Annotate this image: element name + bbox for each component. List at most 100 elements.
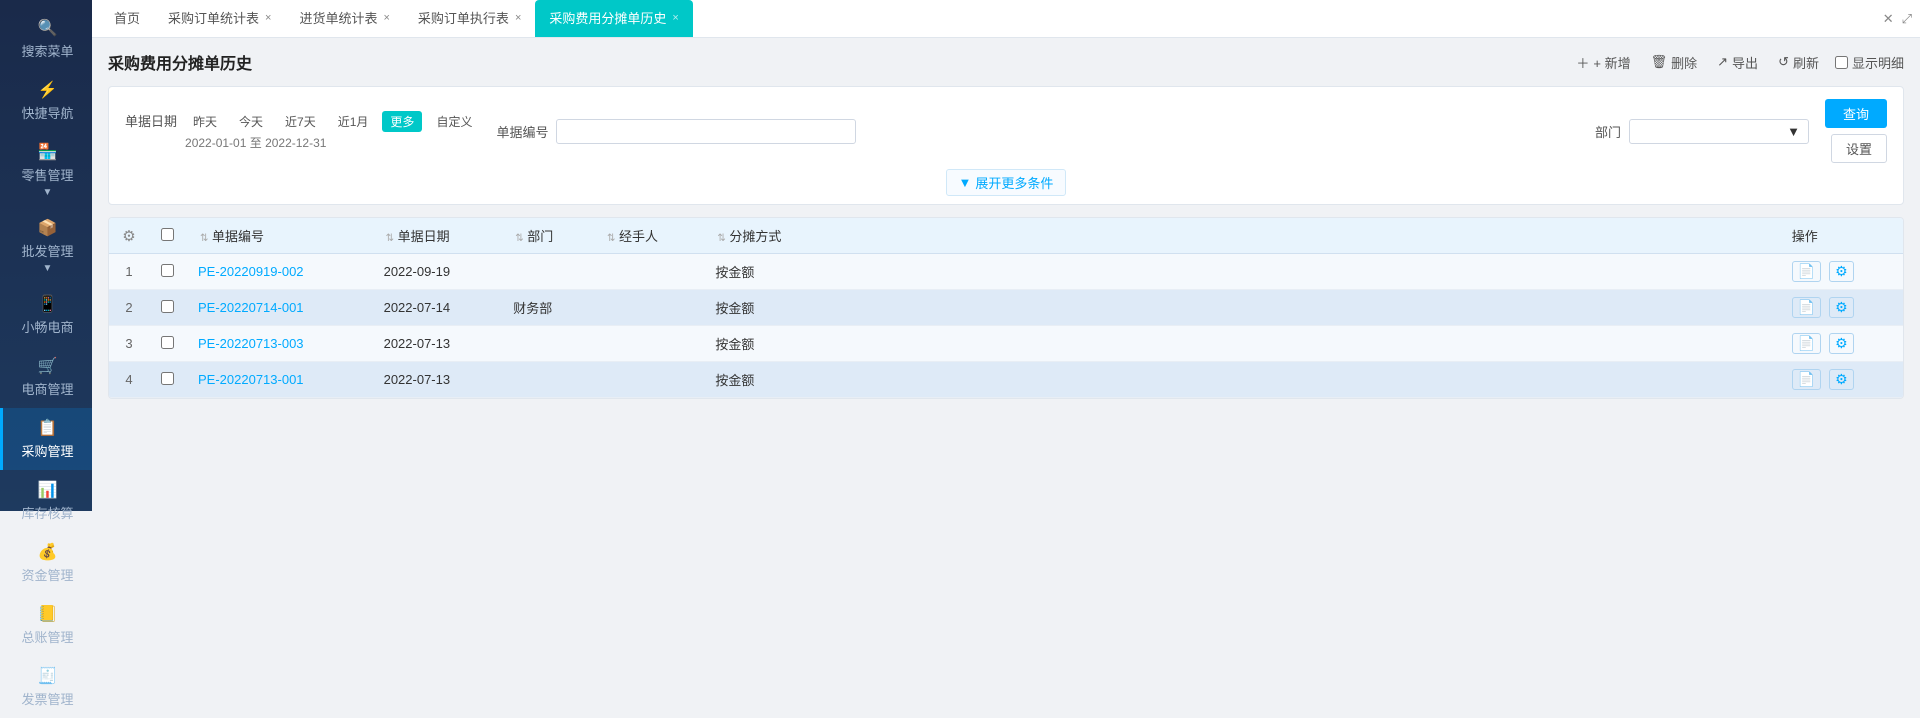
box-icon: 📦	[38, 218, 58, 238]
ledger-icon: 📒	[38, 604, 58, 624]
edit-icon[interactable]: ⚙	[1829, 261, 1854, 282]
sidebar-item-wholesale[interactable]: 📦 批发管理 ▼	[0, 208, 92, 284]
table-body: 1 PE-20220919-002 2022-09-19 按金额 📄 ⚙ 2	[109, 254, 1903, 398]
sidebar-item-label: 零售管理	[21, 165, 73, 184]
sidebar-item-mini[interactable]: 📱 小畅电商	[0, 284, 92, 346]
view-icon[interactable]: 📄	[1792, 369, 1821, 390]
th-doc-num: ⇅ 单据编号	[186, 218, 372, 254]
cell-split-method: 按金额	[703, 254, 1779, 290]
th-gear: ⚙	[109, 218, 149, 254]
phone-icon: 📱	[38, 294, 58, 314]
sidebar-item-ecom[interactable]: 🛒 电商管理	[0, 346, 92, 408]
expand-conditions-button[interactable]: ▼ 展开更多条件	[946, 169, 1067, 196]
column-settings-icon[interactable]: ⚙	[122, 228, 135, 245]
row-checkbox[interactable]	[161, 372, 174, 385]
sidebar-item-label: 发票管理	[21, 689, 73, 708]
delete-label: 删除	[1671, 53, 1697, 72]
th-handler: ⇅ 经手人	[593, 218, 703, 254]
th-action: 操作	[1780, 218, 1903, 254]
date-btn-today[interactable]: 今天	[231, 111, 271, 132]
close-tab-icon[interactable]: ×	[672, 12, 678, 24]
sidebar-item-inventory[interactable]: 📊 库存核算	[0, 470, 92, 532]
sort-icon: ⇅	[607, 233, 615, 244]
date-btn-1month[interactable]: 近1月	[330, 111, 377, 132]
sidebar-item-label: 总账管理	[21, 627, 73, 646]
search-icon: 🔍	[38, 18, 58, 38]
date-range-display: 2022-01-01 至 2022-12-31	[185, 134, 480, 151]
view-icon[interactable]: 📄	[1792, 333, 1821, 354]
cart-icon: 🛒	[38, 356, 58, 376]
date-btn-7days[interactable]: 近7天	[277, 111, 324, 132]
export-label: 导出	[1732, 53, 1758, 72]
edit-icon[interactable]: ⚙	[1829, 333, 1854, 354]
th-label: 单据编号	[212, 229, 264, 244]
date-btn-yesterday[interactable]: 昨天	[185, 111, 225, 132]
data-table-container: ⚙ ⇅ 单据编号 ⇅ 单据日期	[108, 217, 1904, 399]
tab-purchase-cost-split[interactable]: 采购费用分摊单历史 ×	[535, 0, 692, 37]
sidebar-item-label: 批发管理	[21, 241, 73, 260]
lightning-icon: ⚡	[38, 80, 58, 100]
select-all-checkbox[interactable]	[161, 228, 174, 241]
invoice-icon: 🧾	[38, 666, 58, 686]
close-all-tabs-icon[interactable]: ✕	[1883, 11, 1894, 27]
cell-doc-num: PE-20220714-001	[186, 290, 372, 326]
delete-button[interactable]: 🗑 删除	[1647, 51, 1702, 74]
store-icon: 🏪	[38, 142, 58, 162]
cell-action: 📄 ⚙	[1780, 326, 1903, 362]
cell-doc-num: PE-20220713-001	[186, 362, 372, 398]
tab-purchase-order-exec[interactable]: 采购订单执行表 ×	[404, 0, 535, 37]
settings-button[interactable]: 设置	[1831, 134, 1887, 163]
tab-inbound-stat[interactable]: 进货单统计表 ×	[285, 0, 403, 37]
sidebar-item-invoice[interactable]: 🧾 发票管理	[0, 656, 92, 718]
row-checkbox-cell	[149, 326, 186, 362]
doc-num-link[interactable]: PE-20220713-001	[198, 372, 304, 387]
cell-action: 📄 ⚙	[1780, 254, 1903, 290]
refresh-button[interactable]: ↺ 刷新	[1774, 51, 1823, 74]
table-row: 4 PE-20220713-001 2022-07-13 按金额 📄 ⚙	[109, 362, 1903, 398]
view-icon[interactable]: 📄	[1792, 297, 1821, 318]
add-button[interactable]: ＋ + 新增	[1572, 51, 1634, 74]
dept-label: 部门	[1595, 122, 1621, 141]
close-tab-icon[interactable]: ×	[515, 12, 521, 24]
close-tab-icon[interactable]: ×	[265, 12, 271, 24]
show-cols-checkbox[interactable]: 显示明细	[1835, 53, 1904, 72]
doc-num-link[interactable]: PE-20220713-003	[198, 336, 304, 351]
th-label: 单据日期	[398, 229, 450, 244]
export-button[interactable]: ↗ 导出	[1713, 51, 1762, 74]
sidebar-item-purchase[interactable]: 📋 采购管理	[0, 408, 92, 470]
close-tab-icon[interactable]: ×	[383, 12, 389, 24]
date-btn-custom[interactable]: 自定义	[428, 111, 480, 132]
edit-icon[interactable]: ⚙	[1829, 369, 1854, 390]
doc-num-input[interactable]	[556, 119, 856, 144]
doc-num-link[interactable]: PE-20220919-002	[198, 264, 304, 279]
cell-doc-num: PE-20220919-002	[186, 254, 372, 290]
show-cols-input[interactable]	[1835, 56, 1848, 69]
th-label: 操作	[1792, 229, 1818, 244]
sidebar-item-ledger[interactable]: 📒 总账管理	[0, 594, 92, 656]
tab-purchase-order-stat[interactable]: 采购订单统计表 ×	[154, 0, 285, 37]
view-icon[interactable]: 📄	[1792, 261, 1821, 282]
table-header: ⚙ ⇅ 单据编号 ⇅ 单据日期	[109, 218, 1903, 254]
row-checkbox[interactable]	[161, 264, 174, 277]
sidebar-item-quick[interactable]: ⚡ 快捷导航	[0, 70, 92, 132]
row-checkbox[interactable]	[161, 336, 174, 349]
row-checkbox-cell	[149, 254, 186, 290]
chevron-down-icon: ▼	[43, 187, 53, 198]
dept-select[interactable]: ▼	[1629, 119, 1809, 144]
tab-label: 首页	[114, 8, 140, 27]
row-num: 2	[109, 290, 149, 326]
date-btn-more[interactable]: 更多	[382, 111, 422, 132]
header-row: ⚙ ⇅ 单据编号 ⇅ 单据日期	[109, 218, 1903, 254]
sidebar-item-finance[interactable]: 💰 资金管理	[0, 532, 92, 594]
cell-doc-date: 2022-09-19	[372, 254, 502, 290]
sidebar-item-search[interactable]: 🔍 搜索菜单	[0, 8, 92, 70]
table-row: 3 PE-20220713-003 2022-07-13 按金额 📄 ⚙	[109, 326, 1903, 362]
maximize-icon[interactable]: ⤢	[1902, 11, 1912, 27]
row-checkbox[interactable]	[161, 300, 174, 313]
tab-home[interactable]: 首页	[100, 0, 154, 37]
edit-icon[interactable]: ⚙	[1829, 297, 1854, 318]
doc-num-link[interactable]: PE-20220714-001	[198, 300, 304, 315]
query-button[interactable]: 查询	[1825, 99, 1887, 128]
sidebar-item-retail[interactable]: 🏪 零售管理 ▼	[0, 132, 92, 208]
sidebar-item-label: 小畅电商	[21, 317, 73, 336]
